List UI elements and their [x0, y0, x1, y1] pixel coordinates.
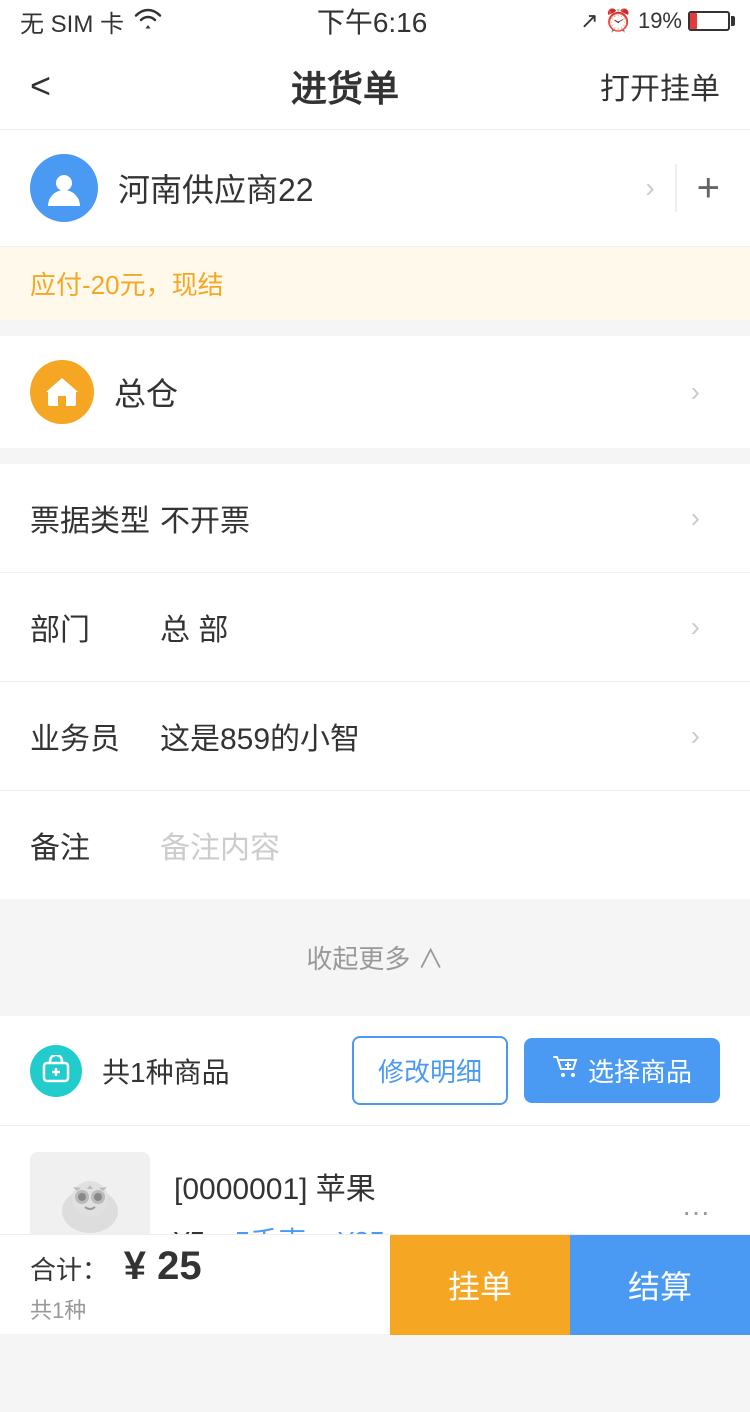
cart-icon [552, 1055, 580, 1086]
total-count: 共1种 [30, 1293, 360, 1325]
status-bar: 无 SIM 卡 下午6:16 ↗ ⏰ 19% [0, 0, 750, 42]
nav-bar: < 进货单 打开挂单 [0, 42, 750, 130]
carrier-text: 无 SIM 卡 [20, 4, 124, 39]
collapse-label: 收起更多 ∧ [306, 939, 443, 976]
battery-icon [688, 11, 730, 31]
supplier-section: 河南供应商22 › + 应付-20元，现结 [0, 130, 750, 320]
content-area: 河南供应商22 › + 应付-20元，现结 总仓 › 票据类型 不开票 [0, 130, 750, 1412]
add-button[interactable]: + [697, 166, 720, 211]
product-more-button[interactable]: ··· [672, 1186, 720, 1238]
salesperson-value: 这是859的小智 [160, 714, 691, 758]
products-count: 共1种商品 [102, 1051, 352, 1091]
salesperson-chevron-icon: › [691, 720, 700, 752]
warehouse-name: 总仓 [114, 369, 691, 415]
alarm-icon: ⏰ [605, 8, 632, 34]
supplier-name: 河南供应商22 [118, 165, 645, 211]
remark-label: 备注 [30, 823, 160, 867]
notice-text: 应付-20元，现结 [30, 270, 224, 300]
invoice-label: 票据类型 [30, 496, 160, 540]
supplier-chevron-icon: › [645, 172, 654, 204]
dept-label: 部门 [30, 605, 160, 649]
open-hang-button[interactable]: 打开挂单 [600, 64, 720, 108]
wifi-icon [132, 7, 164, 36]
dept-row[interactable]: 部门 总 部 › [0, 572, 750, 681]
salesperson-label: 业务员 [30, 714, 160, 758]
remark-row[interactable]: 备注 备注内容 [0, 790, 750, 899]
select-product-label: 选择商品 [588, 1052, 692, 1089]
total-section: 合计： ¥ 25 共1种 [0, 1244, 390, 1325]
products-header: 共1种商品 修改明细 选择商品 [0, 1016, 750, 1126]
dept-value: 总 部 [160, 605, 691, 649]
dept-chevron-icon: › [691, 611, 700, 643]
salesperson-row[interactable]: 业务员 这是859的小智 › [0, 681, 750, 790]
page-title: 进货单 [291, 60, 399, 112]
product-name: [0000001] 苹果 [174, 1164, 672, 1208]
settle-button[interactable]: 结算 [570, 1235, 750, 1335]
edit-detail-button[interactable]: 修改明细 [352, 1036, 508, 1105]
select-product-button[interactable]: 选择商品 [524, 1038, 720, 1103]
warehouse-chevron-icon: › [691, 376, 700, 408]
product-code: [0000001] [174, 1173, 316, 1206]
invoice-chevron-icon: › [691, 502, 700, 534]
supplier-avatar [30, 154, 98, 222]
supplier-row[interactable]: 河南供应商22 › + [0, 130, 750, 247]
hang-button[interactable]: 挂单 [390, 1235, 570, 1335]
total-amount: ¥ 25 [124, 1244, 202, 1288]
warehouse-section[interactable]: 总仓 › [0, 336, 750, 448]
product-title: 苹果 [316, 1173, 376, 1206]
invoice-value: 不开票 [160, 496, 691, 540]
total-label: 合计： [30, 1255, 108, 1285]
battery-percent: 19% [638, 8, 682, 34]
back-button[interactable]: < [30, 65, 90, 107]
notice-bar: 应付-20元，现结 [0, 247, 750, 320]
warehouse-row[interactable]: 总仓 › [0, 336, 750, 448]
divider [675, 164, 677, 212]
form-section: 票据类型 不开票 › 部门 总 部 › 业务员 这是859的小智 › 备注 备注… [0, 464, 750, 899]
products-icon [30, 1045, 82, 1097]
remark-input[interactable]: 备注内容 [160, 823, 720, 867]
warehouse-icon [30, 360, 94, 424]
collapse-row[interactable]: 收起更多 ∧ [0, 915, 750, 1000]
bottom-bar: 合计： ¥ 25 共1种 挂单 结算 [0, 1234, 750, 1334]
status-time: 下午6:16 [317, 1, 428, 41]
invoice-row[interactable]: 票据类型 不开票 › [0, 464, 750, 572]
location-icon: ↗ [580, 8, 598, 34]
